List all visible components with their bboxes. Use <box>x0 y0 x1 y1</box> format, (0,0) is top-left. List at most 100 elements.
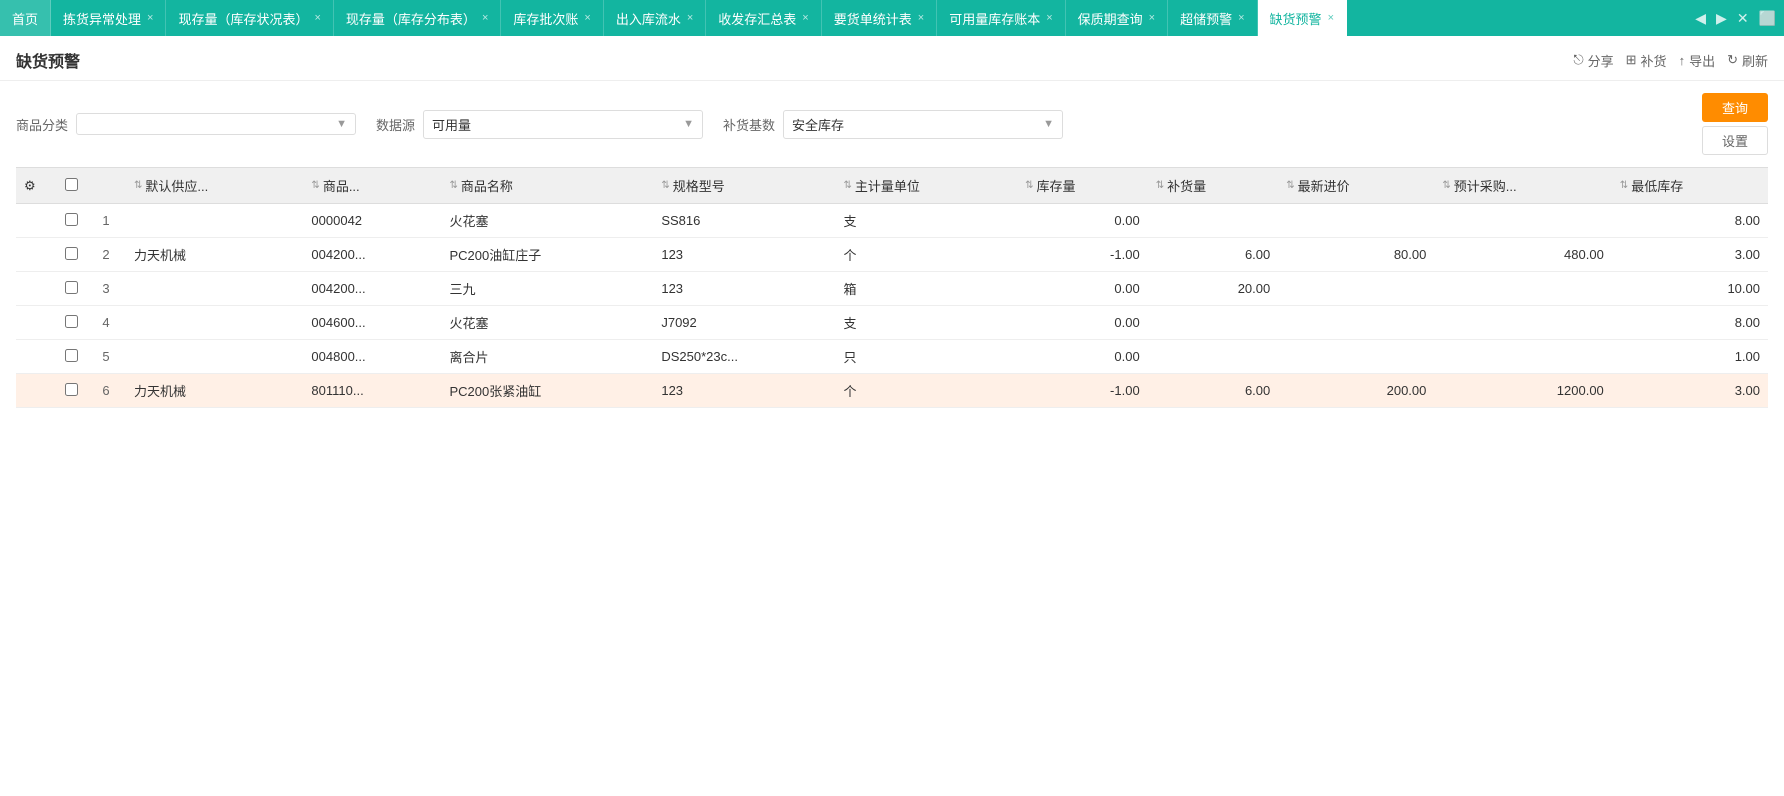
row-latest-price <box>1278 306 1434 340</box>
col-estimated-purchase[interactable]: ⇅ 预计采购... <box>1434 168 1611 204</box>
replenish-select-value: 安全库存 <box>792 115 844 134</box>
tab-close-batch-account[interactable]: × <box>584 12 590 24</box>
select-all-checkbox[interactable] <box>65 178 78 191</box>
sort-icon-spec: ⇅ <box>661 180 669 191</box>
tab-inventory-status[interactable]: 现存量（库存状况表） × <box>166 0 333 36</box>
gear-icon: ⚙ <box>24 178 36 194</box>
row-checkbox-cell[interactable] <box>56 340 86 374</box>
col-supplier[interactable]: ⇅ 默认供应... <box>126 168 303 204</box>
row-product-code: 004600... <box>303 306 441 340</box>
tab-expiry-query[interactable]: 保质期查询 × <box>1066 0 1168 36</box>
row-checkbox-cell[interactable] <box>56 272 86 306</box>
nav-arrows: ◀ ▶ ✕ ⬜ <box>1687 8 1784 29</box>
sort-icon-supplier: ⇅ <box>134 180 142 191</box>
refresh-button[interactable]: ↻ 刷新 <box>1727 51 1768 70</box>
row-checkbox[interactable] <box>65 315 78 328</box>
tab-demand-stats[interactable]: 要货单统计表 × <box>822 0 937 36</box>
nav-close-button[interactable]: ✕ <box>1733 8 1753 29</box>
row-spec: SS816 <box>653 204 835 238</box>
row-estimated-purchase: 480.00 <box>1434 238 1611 272</box>
row-checkbox[interactable] <box>65 213 78 226</box>
col-unit[interactable]: ⇅ 主计量单位 <box>835 168 1017 204</box>
share-icon: ⎋ <box>1573 52 1583 68</box>
tab-close-available-account[interactable]: × <box>1046 12 1052 24</box>
row-checkbox[interactable] <box>65 247 78 260</box>
row-num: 3 <box>86 272 126 306</box>
col-product-name[interactable]: ⇅ 商品名称 <box>441 168 653 204</box>
page-title: 缺货预警 <box>16 48 80 72</box>
row-checkbox[interactable] <box>65 281 78 294</box>
replenish-select[interactable]: 安全库存 ▼ <box>783 110 1063 139</box>
row-checkbox[interactable] <box>65 349 78 362</box>
row-replenish <box>1148 340 1279 374</box>
row-unit: 支 <box>835 306 1017 340</box>
sort-icon-estimated-purchase: ⇅ <box>1442 180 1450 191</box>
row-estimated-purchase <box>1434 306 1611 340</box>
nav-next-button[interactable]: ▶ <box>1712 8 1731 29</box>
export-button[interactable]: ↑ 导出 <box>1679 51 1716 70</box>
nav-expand-button[interactable]: ⬜ <box>1755 8 1780 29</box>
export-icon: ↑ <box>1679 53 1686 68</box>
nav-prev-button[interactable]: ◀ <box>1691 8 1710 29</box>
row-replenish: 20.00 <box>1148 272 1279 306</box>
row-checkbox-cell[interactable] <box>56 374 86 408</box>
row-product-code: 004800... <box>303 340 441 374</box>
tab-receive-send[interactable]: 收发存汇总表 × <box>706 0 821 36</box>
row-estimated-purchase <box>1434 204 1611 238</box>
row-stock: -1.00 <box>1017 374 1148 408</box>
table-header-row: ⚙ ⇅ 默认供应... ⇅ <box>16 168 1768 204</box>
tab-abnormal[interactable]: 拣货异常处理 × <box>51 0 166 36</box>
tab-close-shortage[interactable]: × <box>1328 12 1334 24</box>
col-checkbox-header[interactable] <box>56 168 86 204</box>
data-table: ⚙ ⇅ 默认供应... ⇅ <box>16 167 1768 408</box>
tab-close-in-out-flow[interactable]: × <box>687 12 693 24</box>
datasource-select[interactable]: 可用量 ▼ <box>423 110 703 139</box>
tab-close-inventory-dist[interactable]: × <box>482 12 488 24</box>
table-row: 3 004200... 三九 123 箱 0.00 20.00 10.00 <box>16 272 1768 306</box>
col-min-stock[interactable]: ⇅ 最低库存 <box>1612 168 1768 204</box>
row-num: 1 <box>86 204 126 238</box>
tab-in-out-flow[interactable]: 出入库流水 × <box>604 0 706 36</box>
col-product-code[interactable]: ⇅ 商品... <box>303 168 441 204</box>
row-replenish: 6.00 <box>1148 238 1279 272</box>
row-checkbox[interactable] <box>65 383 78 396</box>
datasource-filter-group: 数据源 可用量 ▼ <box>376 110 703 139</box>
tab-batch-account[interactable]: 库存批次账 × <box>501 0 603 36</box>
col-replenish[interactable]: ⇅ 补货量 <box>1148 168 1279 204</box>
col-spec[interactable]: ⇅ 规格型号 <box>653 168 835 204</box>
table-body: 1 0000042 火花塞 SS816 支 0.00 8.00 2 力天机械 0… <box>16 204 1768 408</box>
tab-inventory-dist[interactable]: 现存量（库存分布表） × <box>334 0 501 36</box>
tab-close-demand-stats[interactable]: × <box>918 12 924 24</box>
tab-close-abnormal[interactable]: × <box>147 12 153 24</box>
table-row: 2 力天机械 004200... PC200油缸庄子 123 个 -1.00 6… <box>16 238 1768 272</box>
row-product-code: 004200... <box>303 272 441 306</box>
tab-close-overstock[interactable]: × <box>1238 12 1244 24</box>
share-button[interactable]: ⎋ 分享 <box>1573 51 1613 70</box>
row-spec: J7092 <box>653 306 835 340</box>
tab-overstock[interactable]: 超储预警 × <box>1168 0 1257 36</box>
row-unit: 个 <box>835 374 1017 408</box>
row-checkbox-cell[interactable] <box>56 306 86 340</box>
row-spec: DS250*23c... <box>653 340 835 374</box>
tab-available-account[interactable]: 可用量库存账本 × <box>937 0 1065 36</box>
tab-close-inventory-status[interactable]: × <box>314 12 320 24</box>
replenish-button[interactable]: ⊞ 补货 <box>1626 51 1667 70</box>
query-button[interactable]: 查询 <box>1702 93 1768 122</box>
row-latest-price <box>1278 340 1434 374</box>
row-spec: 123 <box>653 272 835 306</box>
filter-area: 商品分类 ▼ 数据源 可用量 ▼ 补货基数 安全库存 ▼ 查询 设置 <box>0 81 1784 167</box>
tab-shortage[interactable]: 缺货预警 × <box>1258 0 1347 36</box>
row-product-name: 三九 <box>441 272 653 306</box>
tab-close-expiry-query[interactable]: × <box>1149 12 1155 24</box>
settings-button[interactable]: 设置 <box>1702 126 1768 155</box>
row-checkbox-cell[interactable] <box>56 238 86 272</box>
col-gear[interactable]: ⚙ <box>16 168 56 204</box>
col-latest-price[interactable]: ⇅ 最新进价 <box>1278 168 1434 204</box>
category-select[interactable]: ▼ <box>76 113 356 135</box>
datasource-chevron-icon: ▼ <box>683 118 694 130</box>
row-checkbox-cell[interactable] <box>56 204 86 238</box>
tab-home[interactable]: 首页 <box>0 0 51 36</box>
tab-close-receive-send[interactable]: × <box>802 12 808 24</box>
col-stock[interactable]: ⇅ 库存量 <box>1017 168 1148 204</box>
table-row: 5 004800... 离合片 DS250*23c... 只 0.00 1.00 <box>16 340 1768 374</box>
